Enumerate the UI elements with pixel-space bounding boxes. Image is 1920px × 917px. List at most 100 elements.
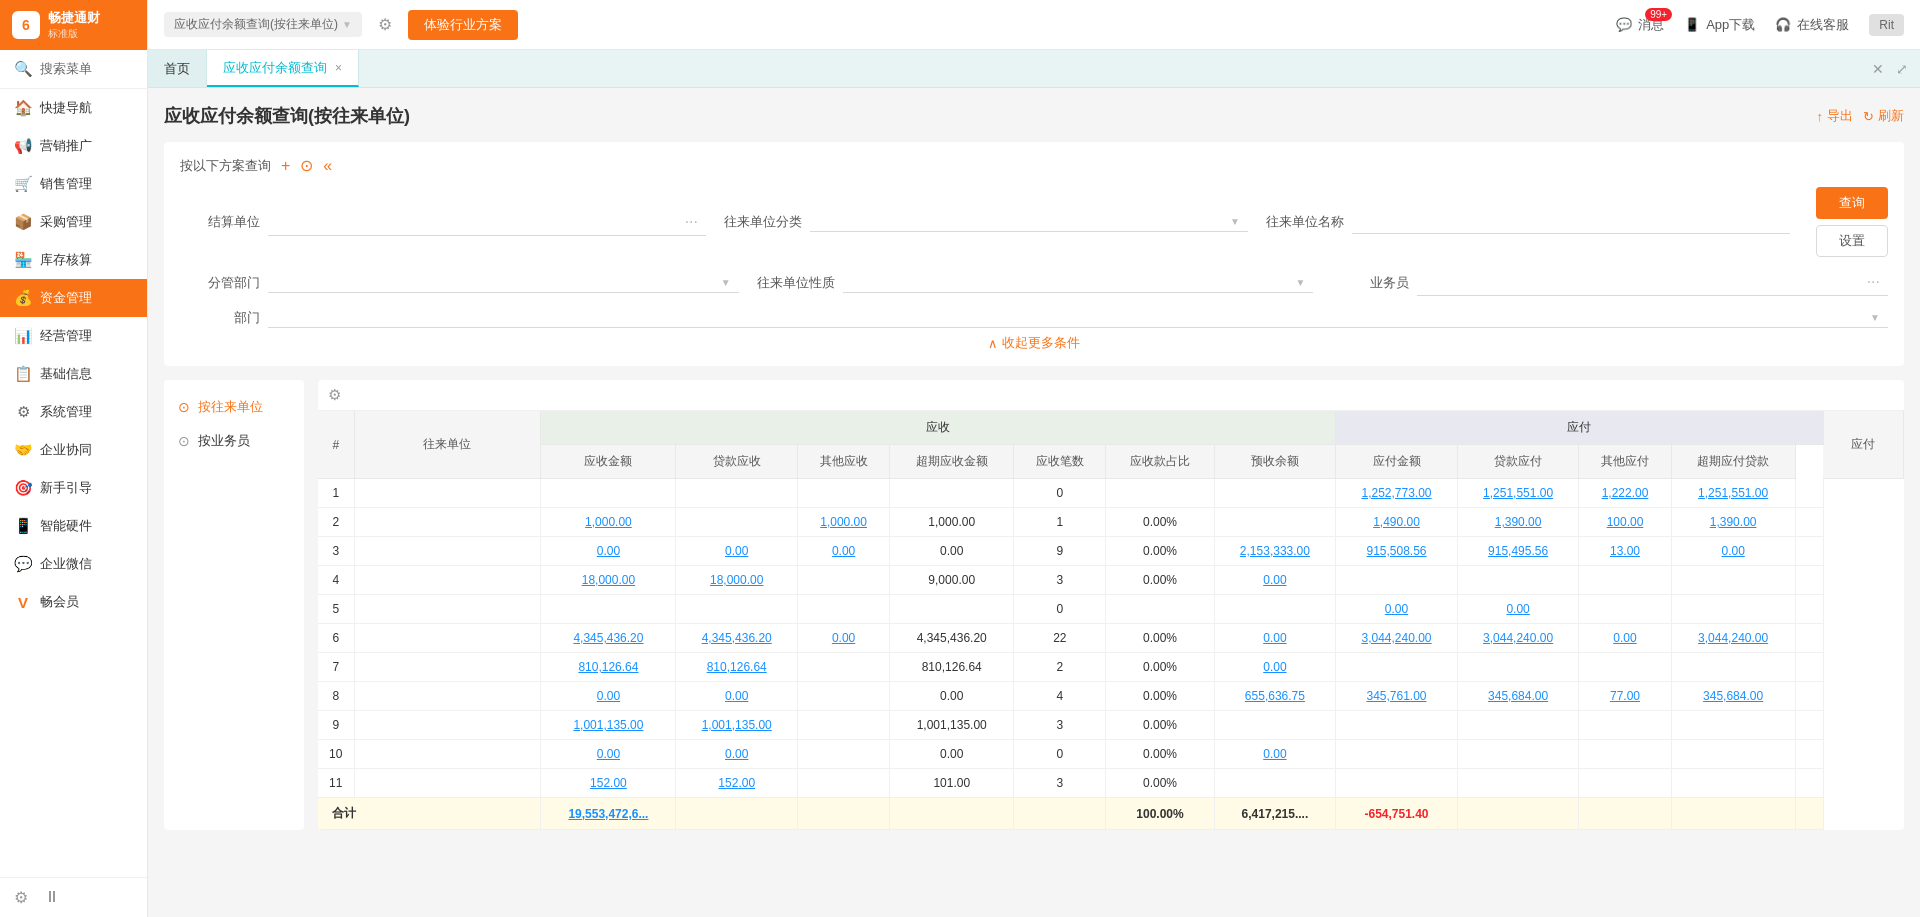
logo-icon: 6 bbox=[12, 11, 40, 39]
tab-home[interactable]: 首页 bbox=[148, 50, 207, 87]
filter-input-salesman[interactable]: ··· bbox=[1417, 269, 1888, 296]
th-ap-overdue: 超期应付贷款 bbox=[1671, 445, 1795, 479]
filter-select-dept[interactable]: ▼ bbox=[268, 273, 739, 293]
sidebar-item-search-menu[interactable]: 🔍 搜索菜单 bbox=[0, 50, 147, 89]
guide-icon: 🎯 bbox=[14, 479, 32, 497]
sidebar-item-inventory[interactable]: 🏪 库存核算 bbox=[0, 241, 147, 279]
filter-item-partner-type: 往来单位分类 ▼ bbox=[722, 212, 1248, 232]
salesman-dots-icon: ··· bbox=[1867, 273, 1880, 291]
sidebar-item-enterprise[interactable]: 🤝 企业协同 bbox=[0, 431, 147, 469]
filter-select-partner-type[interactable]: ▼ bbox=[810, 212, 1248, 232]
purchase-icon: 📦 bbox=[14, 213, 32, 231]
filter-select-subdept[interactable]: ▼ bbox=[268, 308, 1888, 328]
message-button[interactable]: 💬 消息 99+ bbox=[1616, 16, 1664, 34]
sidebar-item-member[interactable]: V 畅会员 bbox=[0, 583, 147, 621]
finance-icon: 💰 bbox=[14, 289, 32, 307]
filter-item-salesman: 业务员 ··· bbox=[1329, 269, 1888, 296]
export-button[interactable]: ↑ 导出 bbox=[1817, 107, 1854, 125]
collapse-icon[interactable]: ⏸ bbox=[44, 888, 60, 907]
sidebar-bottom: ⚙ ⏸ bbox=[0, 877, 147, 917]
tab-close-icon[interactable]: × bbox=[335, 61, 342, 75]
sidebar-item-system[interactable]: ⚙ 系统管理 bbox=[0, 393, 147, 431]
sidebar-item-wechat[interactable]: 💬 企业微信 bbox=[0, 545, 147, 583]
table-row: 30.000.000.000.0090.00%2,153,333.00915,5… bbox=[318, 537, 1904, 566]
export-icon: ↑ bbox=[1817, 109, 1824, 124]
table-settings-icon[interactable]: ⚙ bbox=[328, 386, 341, 404]
table-wrapper: ⚙ # 往来单位 应收 应付 应付 bbox=[318, 380, 1904, 830]
topbar-right: 💬 消息 99+ 📱 App下载 🎧 在线客服 Rit bbox=[1616, 14, 1904, 36]
table-row: 7810,126.64810,126.64810,126.6420.00%0.0… bbox=[318, 653, 1904, 682]
filter-label-salesman: 业务员 bbox=[1329, 274, 1409, 292]
th-ap-other: 其他应付 bbox=[1579, 445, 1671, 479]
service-button[interactable]: 🎧 在线客服 bbox=[1775, 16, 1849, 34]
basic-info-icon: 📋 bbox=[14, 365, 32, 383]
content-area: ⊙ 按往来单位 ⊙ 按业务员 ⚙ # bbox=[164, 380, 1904, 830]
filter-collapse-button[interactable]: ∧ 收起更多条件 bbox=[988, 334, 1080, 352]
filter-row-2: 分管部门 ▼ 往来单位性质 ▼ 业务员 bbox=[180, 269, 1888, 296]
hardware-icon: 📱 bbox=[14, 517, 32, 535]
tab-close-all-icon[interactable]: ✕ bbox=[1872, 61, 1884, 77]
tab-expand-icon[interactable]: ⤢ bbox=[1896, 61, 1908, 77]
refresh-button[interactable]: ↻ 刷新 bbox=[1863, 107, 1904, 125]
partner-name-cell bbox=[354, 508, 541, 537]
page-content: 应收应付余额查询(按往来单位) ↑ 导出 ↻ 刷新 按以下方案查询 + ⊙ « bbox=[148, 88, 1920, 917]
total-ap-extra bbox=[1795, 798, 1823, 830]
topbar-gear-icon[interactable]: ⚙ bbox=[374, 11, 396, 38]
th-row-num: # bbox=[318, 411, 354, 479]
app-download-button[interactable]: 📱 App下载 bbox=[1684, 16, 1755, 34]
dept-chevron-icon: ▼ bbox=[721, 277, 731, 288]
filter-scheme-icon[interactable]: ⊙ bbox=[300, 156, 313, 175]
query-btn-group: 查询 设置 bbox=[1806, 187, 1888, 257]
marketing-icon: 📢 bbox=[14, 137, 32, 155]
filter-label-dept: 分管部门 bbox=[180, 274, 260, 292]
sidebar-item-hardware[interactable]: 📱 智能硬件 bbox=[0, 507, 147, 545]
th-ap-amount: 应付金额 bbox=[1336, 445, 1458, 479]
collapse-up-icon: ∧ bbox=[988, 336, 998, 351]
set-button[interactable]: 设置 bbox=[1816, 225, 1888, 257]
message-icon: 💬 bbox=[1616, 17, 1632, 32]
th-ar-amount: 应收金额 bbox=[541, 445, 676, 479]
message-badge: 99+ bbox=[1645, 8, 1672, 21]
filter-panel: 按以下方案查询 + ⊙ « 结算单位 ··· 往来单位分类 bbox=[164, 142, 1904, 366]
promo-button[interactable]: 体验行业方案 bbox=[408, 10, 518, 40]
filter-label-partner-type: 往来单位分类 bbox=[722, 213, 802, 231]
user-avatar[interactable]: Rit bbox=[1869, 14, 1904, 36]
partner-name-cell bbox=[354, 595, 541, 624]
table-scroll[interactable]: # 往来单位 应收 应付 应付 应收金额 贷款应收 其他应收 超期应收金额 bbox=[318, 411, 1904, 830]
left-panel-item-by-salesman[interactable]: ⊙ 按业务员 bbox=[164, 424, 304, 458]
left-panel-item-by-partner[interactable]: ⊙ 按往来单位 bbox=[164, 390, 304, 424]
data-table: # 往来单位 应收 应付 应付 应收金额 贷款应收 其他应收 超期应收金额 bbox=[318, 411, 1904, 830]
th-receivable-group: 应收 bbox=[541, 411, 1336, 445]
filter-add-icon[interactable]: + bbox=[281, 157, 290, 175]
table-row: 80.000.000.0040.00%655,636.75345,761.003… bbox=[318, 682, 1904, 711]
sidebar-item-guide[interactable]: 🎯 新手引导 bbox=[0, 469, 147, 507]
total-ap-loan bbox=[1457, 798, 1579, 830]
partner-name-cell bbox=[354, 740, 541, 769]
sidebar-item-marketing[interactable]: 📢 营销推广 bbox=[0, 127, 147, 165]
sidebar-item-basic-info[interactable]: 📋 基础信息 bbox=[0, 355, 147, 393]
table-settings-bar: ⚙ bbox=[318, 380, 1904, 411]
th-ar-ratio: 应收款占比 bbox=[1106, 445, 1214, 479]
sidebar-logo: 6 畅捷通财 标准版 bbox=[0, 0, 147, 50]
app-icon: 📱 bbox=[1684, 17, 1700, 32]
tab-ar-ap[interactable]: 应收应付余额查询 × bbox=[207, 50, 359, 87]
tab-ar-ap-label: 应收应付余额查询 bbox=[223, 59, 327, 77]
total-row: 合计 19,553,472,6... 100.00% 6,417,215....… bbox=[318, 798, 1904, 830]
th-ap-extra: 应付 bbox=[1823, 411, 1903, 479]
filter-collapse-icon[interactable]: « bbox=[323, 157, 332, 175]
filter-select-partner-nature[interactable]: ▼ bbox=[843, 273, 1314, 293]
sidebar-item-sales[interactable]: 🛒 销售管理 bbox=[0, 165, 147, 203]
sidebar-item-finance[interactable]: 💰 资金管理 bbox=[0, 279, 147, 317]
query-button[interactable]: 查询 bbox=[1816, 187, 1888, 219]
system-icon: ⚙ bbox=[14, 403, 32, 421]
operations-icon: 📊 bbox=[14, 327, 32, 345]
sidebar-item-quick-nav[interactable]: 🏠 快捷导航 bbox=[0, 89, 147, 127]
th-ar-count: 应收笔数 bbox=[1014, 445, 1106, 479]
filter-input-partner-name[interactable] bbox=[1352, 210, 1790, 234]
table-row: 101,252,773.001,251,551.001,222.001,251,… bbox=[318, 479, 1904, 508]
filter-input-settlement[interactable]: ··· bbox=[268, 209, 706, 236]
settings-bottom-icon[interactable]: ⚙ bbox=[14, 888, 28, 907]
page-actions: ↑ 导出 ↻ 刷新 bbox=[1817, 107, 1905, 125]
sidebar-item-purchase[interactable]: 📦 采购管理 bbox=[0, 203, 147, 241]
sidebar-item-operations[interactable]: 📊 经营管理 bbox=[0, 317, 147, 355]
